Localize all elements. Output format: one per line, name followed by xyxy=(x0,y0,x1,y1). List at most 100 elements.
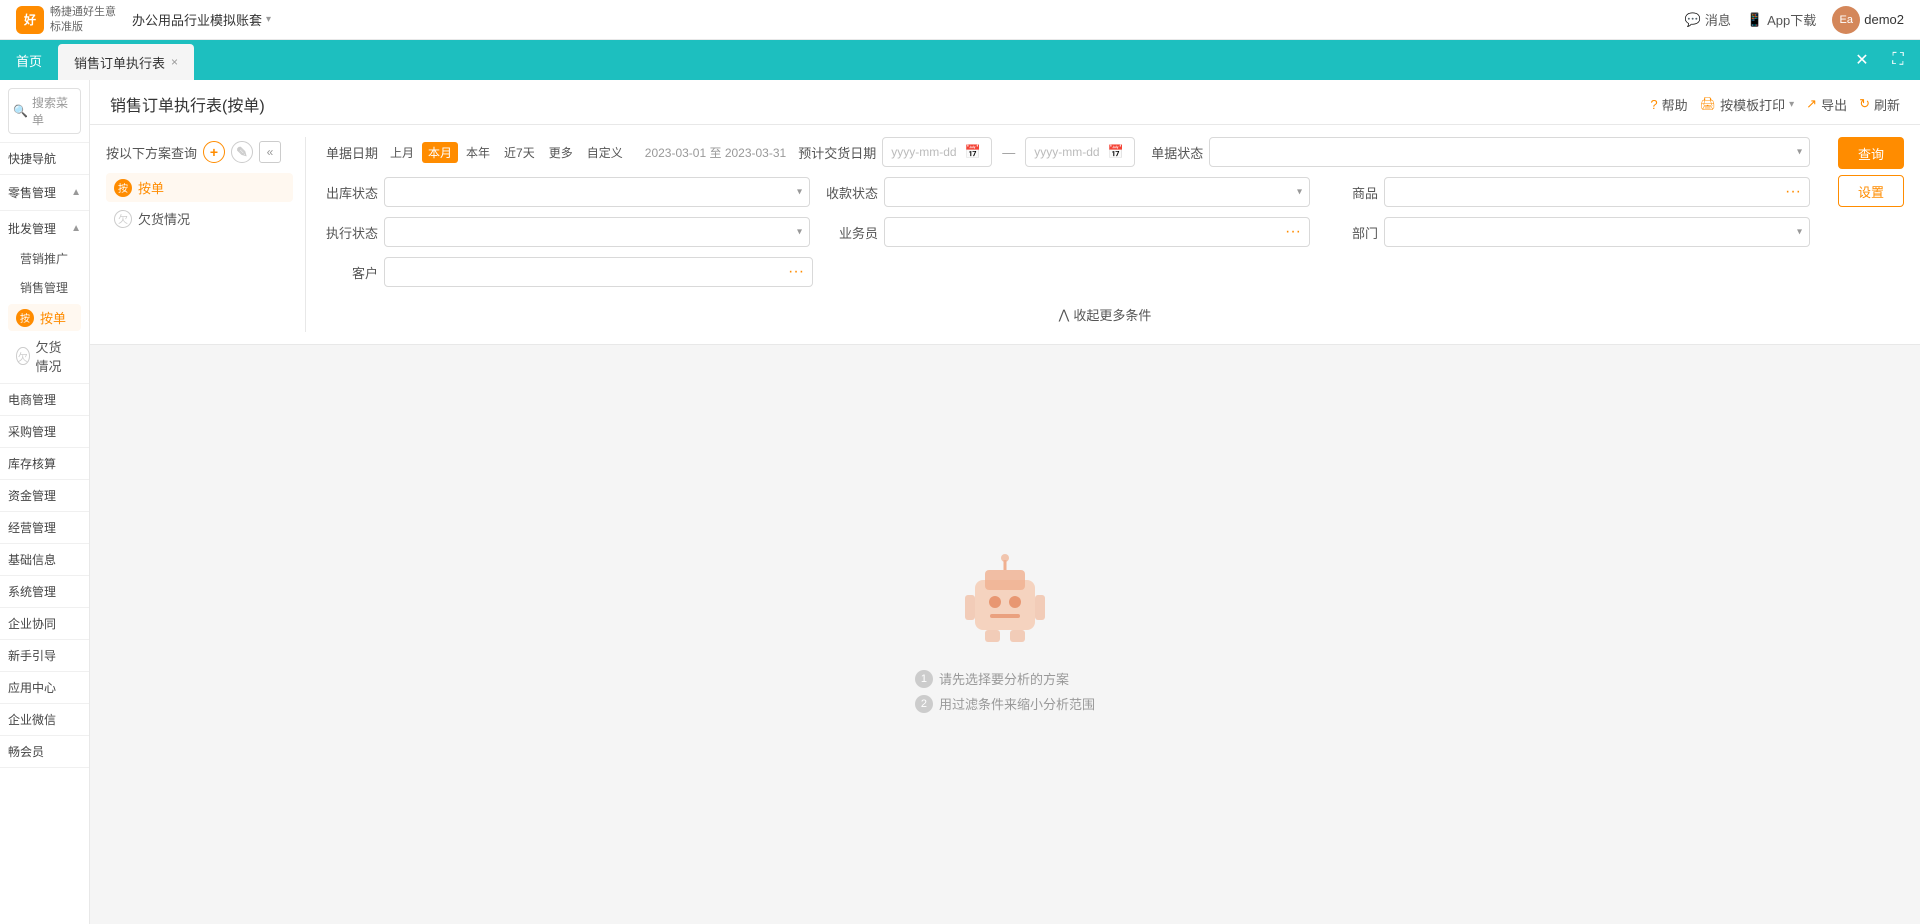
order-status-dropdown[interactable] xyxy=(1209,137,1810,167)
order-date-field: 单据日期 上月 本月 本年 近7天 更多 自定义 xyxy=(322,142,786,163)
product-field: 商品 ··· xyxy=(1322,177,1810,207)
tab-fullscreen-icon[interactable]: ⛶ xyxy=(1884,46,1912,74)
filter-row-4: 客户 ··· xyxy=(322,257,1810,287)
sidebar-item-app-center[interactable]: 应用中心 xyxy=(0,672,89,704)
filter-row-1: 单据日期 上月 本月 本年 近7天 更多 自定义 xyxy=(322,137,1810,167)
collection-status-select: ▾ xyxy=(884,177,1310,207)
empty-illustration xyxy=(955,550,1055,653)
collection-status-dropdown[interactable] xyxy=(884,177,1310,207)
scheme-item-by-order[interactable]: 按 按单 xyxy=(106,173,293,202)
department-dropdown[interactable] xyxy=(1384,217,1810,247)
date-tab-cur-year[interactable]: 本年 xyxy=(460,142,496,163)
filter-scheme-actions: + ✎ « xyxy=(203,141,281,163)
empty-tip-1: 1 请先选择要分析的方案 xyxy=(915,669,1095,688)
product-multiselect[interactable]: ··· xyxy=(1384,177,1810,207)
expected-date-from[interactable]: yyyy-mm-dd 📅 xyxy=(882,137,992,167)
out-status-field: 出库状态 ▾ xyxy=(322,177,810,207)
sidebar-item-finance[interactable]: 资金管理 xyxy=(0,480,89,512)
query-button[interactable]: 查询 xyxy=(1838,137,1904,169)
expected-date-to[interactable]: yyyy-mm-dd 📅 xyxy=(1025,137,1135,167)
page-actions: ? 帮助 🖨 按模板打印 ▾ ↗ 导出 ↻ 刷新 xyxy=(1650,95,1900,114)
sidebar-item-shortage[interactable]: 欠 欠货情况 xyxy=(8,333,81,379)
shortage-icon: 欠 xyxy=(16,347,30,365)
search-input[interactable]: 🔍 搜索菜单 xyxy=(8,88,81,134)
date-tab-more[interactable]: 更多 xyxy=(543,142,579,163)
empty-tips: 1 请先选择要分析的方案 2 用过滤条件来缩小分析范围 xyxy=(915,669,1095,719)
tab-home[interactable]: 首页 xyxy=(0,40,58,80)
exec-status-select: ▾ xyxy=(384,217,810,247)
date-tab-cur-month[interactable]: 本月 xyxy=(422,142,458,163)
salesperson-multiselect[interactable]: ··· xyxy=(884,217,1310,247)
sidebar-item-sales-mgmt[interactable]: 销售管理 xyxy=(0,273,89,302)
logo-text: 畅捷通好生意 标准版 xyxy=(50,5,116,34)
sidebar-item-newbie[interactable]: 新手引导 xyxy=(0,640,89,672)
filter-form-inner: 单据日期 上月 本月 本年 近7天 更多 自定义 xyxy=(306,137,1904,297)
department-select: ▾ xyxy=(1384,217,1810,247)
main-layout: 🔍 搜索菜单 快捷导航 零售管理 ▲ 批发管理 ▲ 营销推广 销售管理 xyxy=(0,80,1920,924)
scheme-by-order-icon: 按 xyxy=(114,179,132,197)
sidebar-item-inventory[interactable]: 库存核算 xyxy=(0,448,89,480)
department-field: 部门 ▾ xyxy=(1322,217,1810,247)
tab-close-window-icon[interactable]: ✕ xyxy=(1848,46,1876,74)
app-download-button[interactable]: 📱 App下载 xyxy=(1747,10,1816,29)
tab-close-icon[interactable]: × xyxy=(171,55,178,69)
tab-bar-actions: ✕ ⛶ xyxy=(1848,46,1920,74)
refresh-icon: ↻ xyxy=(1859,96,1870,112)
sidebar-item-basics[interactable]: 基础信息 xyxy=(0,544,89,576)
sidebar-item-enterprise-wechat[interactable]: 企业微信 xyxy=(0,704,89,736)
tab-bar: 首页 销售订单执行表 × ✕ ⛶ xyxy=(0,40,1920,80)
sidebar-section-retail-header[interactable]: 零售管理 ▲ xyxy=(0,177,89,208)
edit-scheme-button[interactable]: ✎ xyxy=(231,141,253,163)
date-tab-7days[interactable]: 近7天 xyxy=(498,142,541,163)
tab-sales-order[interactable]: 销售订单执行表 × xyxy=(58,44,194,80)
filter-scheme-panel: 按以下方案查询 + ✎ « 按 按单 欠 欠货情况 xyxy=(106,137,306,332)
export-icon: ↗ xyxy=(1806,96,1817,112)
page-header: 销售订单执行表(按单) ? 帮助 🖨 按模板打印 ▾ ↗ 导出 ↻ 刷新 xyxy=(90,80,1920,125)
sidebar-item-quick-nav[interactable]: 快捷导航 xyxy=(0,143,89,175)
setting-button[interactable]: 设置 xyxy=(1838,175,1904,207)
sidebar-item-by-order[interactable]: 按 按单 xyxy=(8,304,81,331)
out-status-select: ▾ xyxy=(384,177,810,207)
refresh-button[interactable]: ↻ 刷新 xyxy=(1859,95,1900,114)
filter-button-container: 查询 设置 xyxy=(1822,137,1904,297)
export-button[interactable]: ↗ 导出 xyxy=(1806,95,1847,114)
salesperson-dots-icon: ··· xyxy=(1285,223,1301,241)
filter-outer: 按以下方案查询 + ✎ « 按 按单 欠 欠货情况 xyxy=(106,137,1904,332)
salesperson-field: 业务员 ··· xyxy=(822,217,1310,247)
top-bar-left: 好 畅捷通好生意 标准版 办公用品行业模拟账套 ▾ xyxy=(16,5,279,34)
exec-status-dropdown[interactable] xyxy=(384,217,810,247)
collapse-more-button[interactable]: ⋀ 收起更多条件 xyxy=(1059,305,1152,324)
message-button[interactable]: 💬 消息 xyxy=(1685,10,1731,29)
scheme-item-shortage[interactable]: 欠 欠货情况 xyxy=(106,204,293,233)
sidebar-item-ecommerce[interactable]: 电商管理 xyxy=(0,384,89,416)
sidebar-item-enterprise-collab[interactable]: 企业协同 xyxy=(0,608,89,640)
date-tab-custom[interactable]: 自定义 xyxy=(581,142,629,163)
sidebar-item-purchase[interactable]: 采购管理 xyxy=(0,416,89,448)
sidebar-item-operations[interactable]: 经营管理 xyxy=(0,512,89,544)
sidebar-section-wholesale-header[interactable]: 批发管理 ▲ xyxy=(0,213,89,244)
date-separator: — xyxy=(1002,145,1015,160)
add-scheme-button[interactable]: + xyxy=(203,141,225,163)
collapse-scheme-button[interactable]: « xyxy=(259,141,281,163)
filter-scheme-header: 按以下方案查询 + ✎ « xyxy=(106,141,293,163)
filter-fields: 单据日期 上月 本月 本年 近7天 更多 自定义 xyxy=(322,137,1810,297)
chevron-retail-icon: ▲ xyxy=(71,187,81,198)
customer-multiselect[interactable]: ··· xyxy=(384,257,813,287)
sidebar-item-member[interactable]: 畅会员 xyxy=(0,736,89,768)
app-selector[interactable]: 办公用品行业模拟账套 ▾ xyxy=(124,10,279,29)
sidebar: 🔍 搜索菜单 快捷导航 零售管理 ▲ 批发管理 ▲ 营销推广 销售管理 xyxy=(0,80,90,924)
sidebar-item-system[interactable]: 系统管理 xyxy=(0,576,89,608)
download-icon: 📱 xyxy=(1747,12,1763,28)
empty-tip-2: 2 用过滤条件来缩小分析范围 xyxy=(915,694,1095,713)
help-button[interactable]: ? 帮助 xyxy=(1650,95,1687,114)
user-area[interactable]: Ea demo2 xyxy=(1832,6,1904,34)
customer-dots-icon: ··· xyxy=(788,263,804,281)
out-status-dropdown[interactable] xyxy=(384,177,810,207)
sidebar-item-marketing[interactable]: 营销推广 xyxy=(0,244,89,273)
print-icon: 🖨 xyxy=(1700,96,1717,112)
date-tab-prev-month[interactable]: 上月 xyxy=(384,142,420,163)
order-status-select: ▾ xyxy=(1209,137,1810,167)
page-title: 销售订单执行表(按单) xyxy=(110,92,265,116)
customer-field: 客户 ··· xyxy=(322,257,813,287)
print-button[interactable]: 🖨 按模板打印 ▾ xyxy=(1700,95,1795,114)
